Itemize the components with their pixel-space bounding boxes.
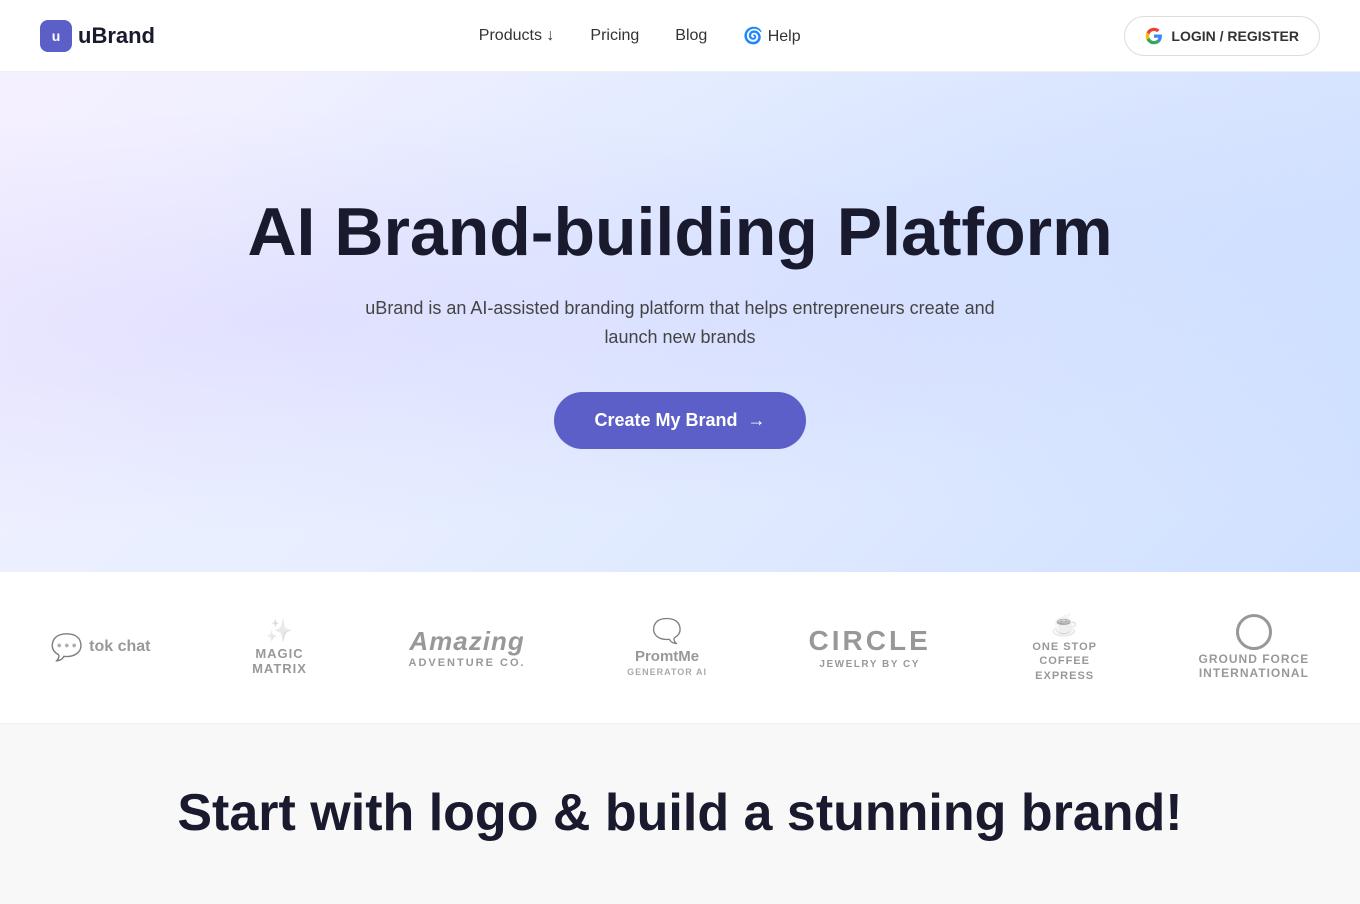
- amazing-adventure-logo: Amazing ADVENTURE CO.: [379, 626, 556, 669]
- nav-blog[interactable]: Blog: [675, 27, 707, 45]
- logo[interactable]: u uBrand: [40, 20, 155, 52]
- one-stop-coffee-logo: ☕ ONE STOPCOFFEEEXPRESS: [1002, 612, 1127, 683]
- logo-text: uBrand: [78, 23, 155, 49]
- create-my-brand-button[interactable]: Create My Brand →: [554, 392, 805, 449]
- hero-section: AI Brand-building Platform uBrand is an …: [0, 72, 1360, 572]
- promptme-logo: 🗨️ PromtMe GENERATOR AI: [597, 617, 737, 677]
- cta-label: Create My Brand: [594, 410, 737, 431]
- tokchat-logo: 💬 tok chat: [21, 632, 181, 663]
- google-icon: [1145, 27, 1163, 45]
- navbar: u uBrand Products ↓ Pricing Blog 🌀 Help …: [0, 0, 1360, 72]
- logo-icon: u: [40, 20, 72, 52]
- hero-subtitle: uBrand is an AI-assisted branding platfo…: [340, 294, 1020, 352]
- hero-title: AI Brand-building Platform: [247, 195, 1112, 270]
- cta-arrow: →: [748, 410, 766, 431]
- logos-row: 💬 tok chat ✨ MAGICMATRIX Amazing ADVENTU…: [0, 612, 1360, 683]
- magic-matrix-logo: ✨ MAGICMATRIX: [222, 618, 337, 677]
- login-register-button[interactable]: LOGIN / REGISTER: [1124, 16, 1320, 56]
- nav-pricing[interactable]: Pricing: [590, 27, 639, 45]
- bottom-title: Start with logo & build a stunning brand…: [40, 784, 1320, 844]
- nav-products[interactable]: Products ↓: [479, 27, 555, 45]
- ground-force-logo: GROUND FORCEINTERNATIONAL: [1169, 614, 1340, 681]
- nav-links: Products ↓ Pricing Blog 🌀 Help: [479, 26, 801, 46]
- bottom-section: Start with logo & build a stunning brand…: [0, 724, 1360, 904]
- logos-strip: 💬 tok chat ✨ MAGICMATRIX Amazing ADVENTU…: [0, 572, 1360, 724]
- circle-logo: CIRCLE JEWELRY BY CY: [779, 625, 961, 670]
- nav-help[interactable]: 🌀 Help: [743, 26, 800, 46]
- login-label: LOGIN / REGISTER: [1171, 28, 1299, 44]
